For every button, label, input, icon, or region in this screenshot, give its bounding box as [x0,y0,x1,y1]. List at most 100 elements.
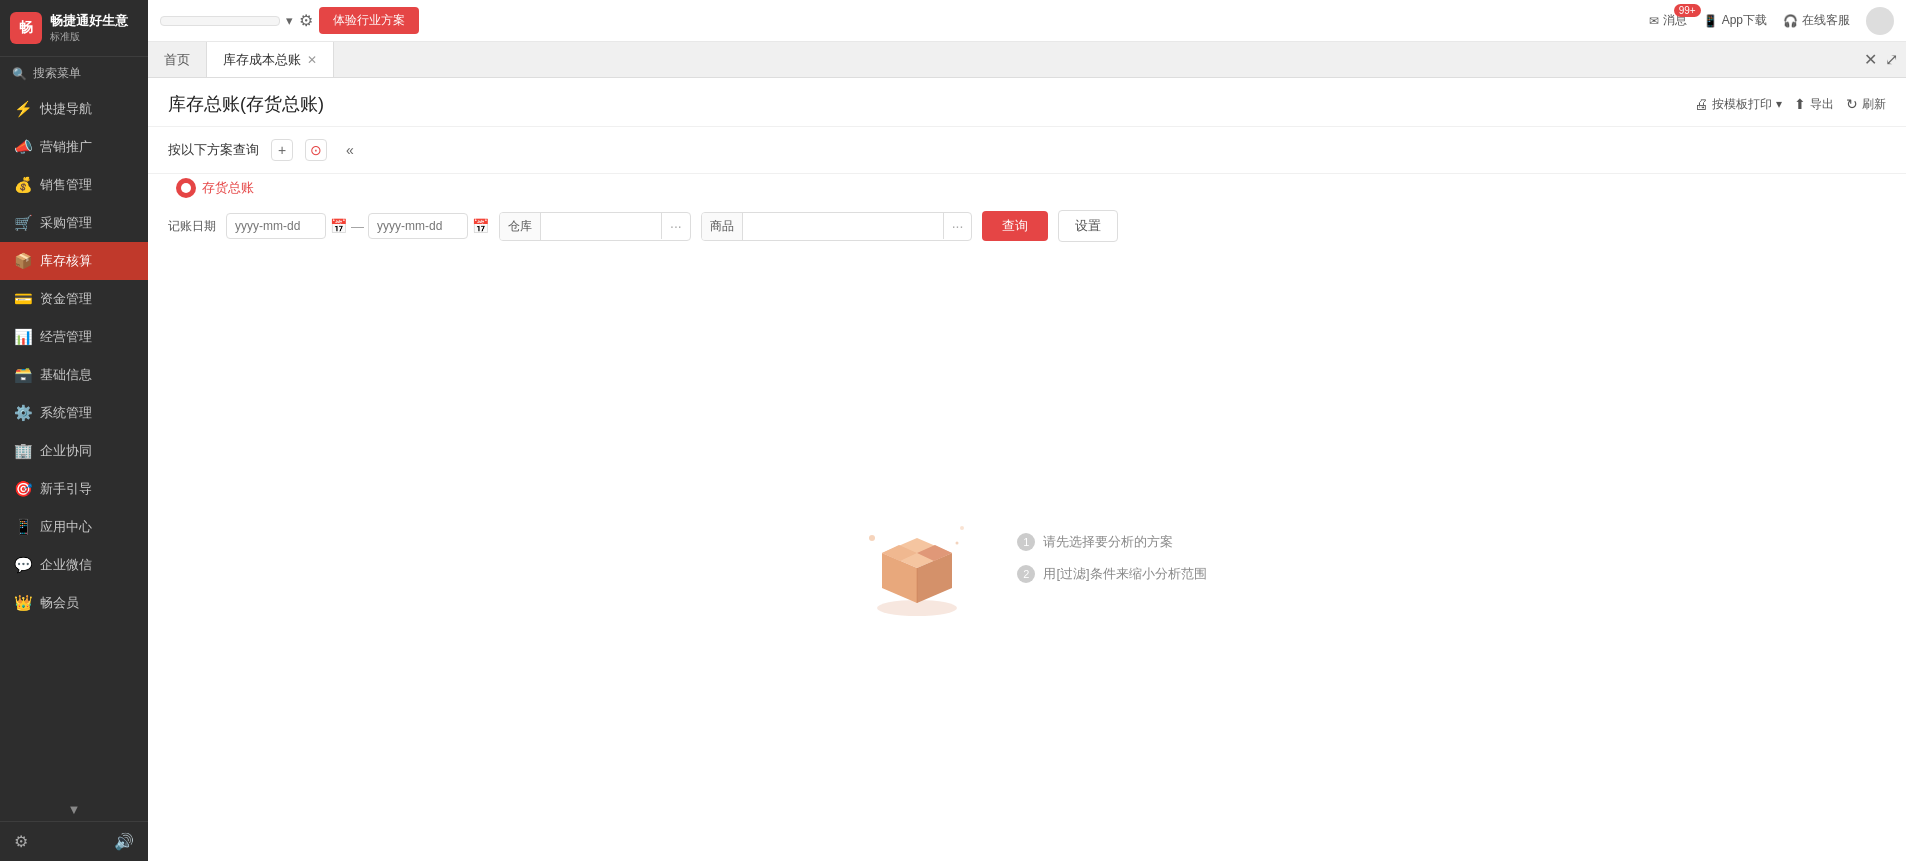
tab-close-icon[interactable]: ✕ [307,53,317,67]
quicknav-label: 快捷导航 [40,100,92,118]
sidebar: 畅 畅捷通好生意 标准版 🔍 搜索菜单 ⚡ 快捷导航 📣 营销推广 💰 销售管理… [0,0,148,861]
funds-label: 资金管理 [40,290,92,308]
tab-home[interactable]: 首页 [148,42,207,77]
wechat-icon: 💬 [14,556,32,574]
sidebar-item-wechat[interactable]: 💬 企业微信 [0,546,148,584]
empty-state: 1 请先选择要分析的方案 2 用[过滤]条件来缩小分析范围 [148,254,1906,861]
date-end-calendar-icon[interactable]: 📅 [472,218,489,234]
app-download-label: App下载 [1722,12,1767,29]
date-input-group: 📅 — 📅 [226,213,489,239]
apps-icon: 📱 [14,518,32,536]
print-dropdown-icon[interactable]: ▾ [1776,97,1782,111]
sidebar-item-marketing[interactable]: 📣 营销推广 [0,128,148,166]
marketing-label: 营销推广 [40,138,92,156]
user-avatar[interactable] [1866,7,1894,35]
logo-icon: 畅 [10,12,42,44]
query-button[interactable]: 查询 [982,211,1048,241]
sidebar-item-funds[interactable]: 💳 资金管理 [0,280,148,318]
header-search-box[interactable] [160,16,280,26]
tab-active-label: 库存成本总账 [223,51,301,69]
sidebar-item-basic[interactable]: 🗃️ 基础信息 [0,356,148,394]
main-area: ▾ ⚙ 体验行业方案 ✉ 消息 99+ 📱 App下载 🎧 在线客服 首页 [148,0,1906,861]
export-icon: ⬆ [1794,96,1806,112]
inventory-icon: 📦 [14,252,32,270]
warehouse-input[interactable] [541,214,661,238]
page-title-bar: 库存总账(存货总账) 🖨 按模板打印 ▾ ⬆ 导出 ↻ 刷新 [148,78,1906,127]
warehouse-input-group: 仓库 ··· [499,212,691,241]
goods-label: 商品 [702,213,743,240]
sidebar-item-inventory[interactable]: 📦 库存核算 [0,242,148,280]
system-label: 系统管理 [40,404,92,422]
message-btn[interactable]: ✉ 消息 99+ [1649,12,1687,29]
scheme-item[interactable]: 存货总账 [168,174,262,202]
sales-icon: 💰 [14,176,32,194]
filter-area: 按以下方案查询 + ⊙ « [148,127,1906,174]
sidebar-item-newguide[interactable]: 🎯 新手引导 [0,470,148,508]
purchase-label: 采购管理 [40,214,92,232]
sidebar-item-quicknav[interactable]: ⚡ 快捷导航 [0,90,148,128]
empty-tip-1: 1 请先选择要分析的方案 [1017,533,1206,551]
system-icon: ⚙️ [14,404,32,422]
goods-input[interactable] [743,214,943,238]
filter-scheme-btn[interactable]: ⊙ [305,139,327,161]
tab-bar-resize-btn[interactable]: ⤢ [1885,50,1898,69]
tip-num-2: 2 [1017,565,1035,583]
export-label: 导出 [1810,96,1834,113]
online-service-btn[interactable]: 🎧 在线客服 [1783,12,1850,29]
header-right: ✉ 消息 99+ 📱 App下载 🎧 在线客服 [1649,7,1894,35]
tab-bar-close-btn[interactable]: ✕ [1864,50,1877,69]
page-content: 库存总账(存货总账) 🖨 按模板打印 ▾ ⬆ 导出 ↻ 刷新 按以下方案查询 [148,78,1906,861]
search-icon: 🔍 [12,67,27,81]
basic-label: 基础信息 [40,366,92,384]
audio-footer-icon[interactable]: 🔊 [114,832,134,851]
refresh-btn[interactable]: ↻ 刷新 [1846,96,1886,113]
tip-num-1: 1 [1017,533,1035,551]
header-dropdown-icon[interactable]: ▾ [286,13,293,28]
print-label: 按模板打印 [1712,96,1772,113]
scheme-name: 存货总账 [202,179,254,197]
settings-footer-icon[interactable]: ⚙ [14,832,28,851]
tab-home-label: 首页 [164,51,190,69]
filter-add-btn[interactable]: + [271,139,293,161]
svg-point-8 [869,535,875,541]
sidebar-item-system[interactable]: ⚙️ 系统管理 [0,394,148,432]
marketing-icon: 📣 [14,138,32,156]
apps-label: 应用中心 [40,518,92,536]
scheme-icon [176,178,196,198]
print-btn[interactable]: 🖨 按模板打印 ▾ [1694,96,1782,113]
scheme-area: 存货总账 [148,174,1906,210]
export-btn[interactable]: ⬆ 导出 [1794,96,1834,113]
goods-more-btn[interactable]: ··· [943,213,972,239]
sidebar-item-operations[interactable]: 📊 经营管理 [0,318,148,356]
warehouse-label: 仓库 [500,213,541,240]
funds-icon: 💳 [14,290,32,308]
page-title: 库存总账(存货总账) [168,92,324,116]
settings-button[interactable]: 设置 [1058,210,1118,242]
sidebar-item-apps[interactable]: 📱 应用中心 [0,508,148,546]
sidebar-item-sales[interactable]: 💰 销售管理 [0,166,148,204]
enterprise-label: 企业协同 [40,442,92,460]
purchase-icon: 🛒 [14,214,32,232]
sidebar-item-member[interactable]: 👑 畅会员 [0,584,148,622]
tab-inventory-ledger[interactable]: 库存成本总账 ✕ [207,42,334,77]
sidebar-search-menu[interactable]: 🔍 搜索菜单 [0,57,148,90]
date-start-calendar-icon[interactable]: 📅 [330,218,347,234]
warehouse-more-btn[interactable]: ··· [661,213,690,239]
sidebar-scroll-down[interactable]: ▼ [0,798,148,821]
filter-collapse-btn[interactable]: « [339,139,361,161]
top-header: ▾ ⚙ 体验行业方案 ✉ 消息 99+ 📱 App下载 🎧 在线客服 [148,0,1906,42]
trial-btn[interactable]: 体验行业方案 [319,7,419,34]
sidebar-item-purchase[interactable]: 🛒 采购管理 [0,204,148,242]
newguide-icon: 🎯 [14,480,32,498]
search-menu-label: 搜索菜单 [33,65,81,82]
sidebar-footer: ⚙ 🔊 [0,821,148,861]
header-settings-icon[interactable]: ⚙ [299,11,313,30]
app-download-btn[interactable]: 📱 App下载 [1703,12,1767,29]
enterprise-icon: 🏢 [14,442,32,460]
version-label: 标准版 [50,30,128,43]
sidebar-item-enterprise[interactable]: 🏢 企业协同 [0,432,148,470]
date-start-input[interactable] [226,213,326,239]
member-label: 畅会员 [40,594,79,612]
quicknav-icon: ⚡ [14,100,32,118]
date-end-input[interactable] [368,213,468,239]
